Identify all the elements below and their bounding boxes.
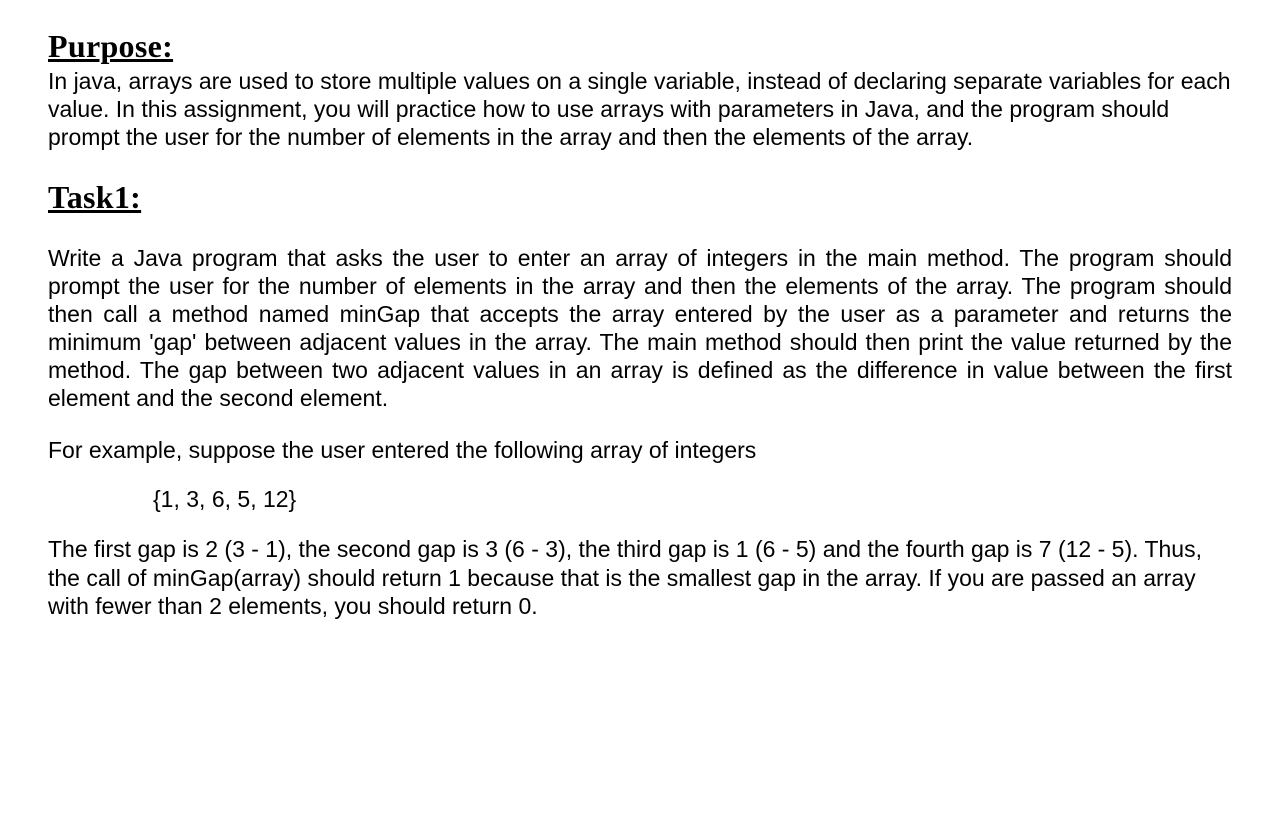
task1-example-intro: For example, suppose the user entered th… [48,436,1232,464]
task1-heading: Task1: [48,179,1232,216]
purpose-heading: Purpose: [48,28,1232,65]
task1-example-explain: The first gap is 2 (3 - 1), the second g… [48,535,1232,619]
task1-body-main: Write a Java program that asks the user … [48,244,1232,412]
purpose-body: In java, arrays are used to store multip… [48,67,1232,151]
task1-example-array: {1, 3, 6, 5, 12} [48,486,1232,513]
